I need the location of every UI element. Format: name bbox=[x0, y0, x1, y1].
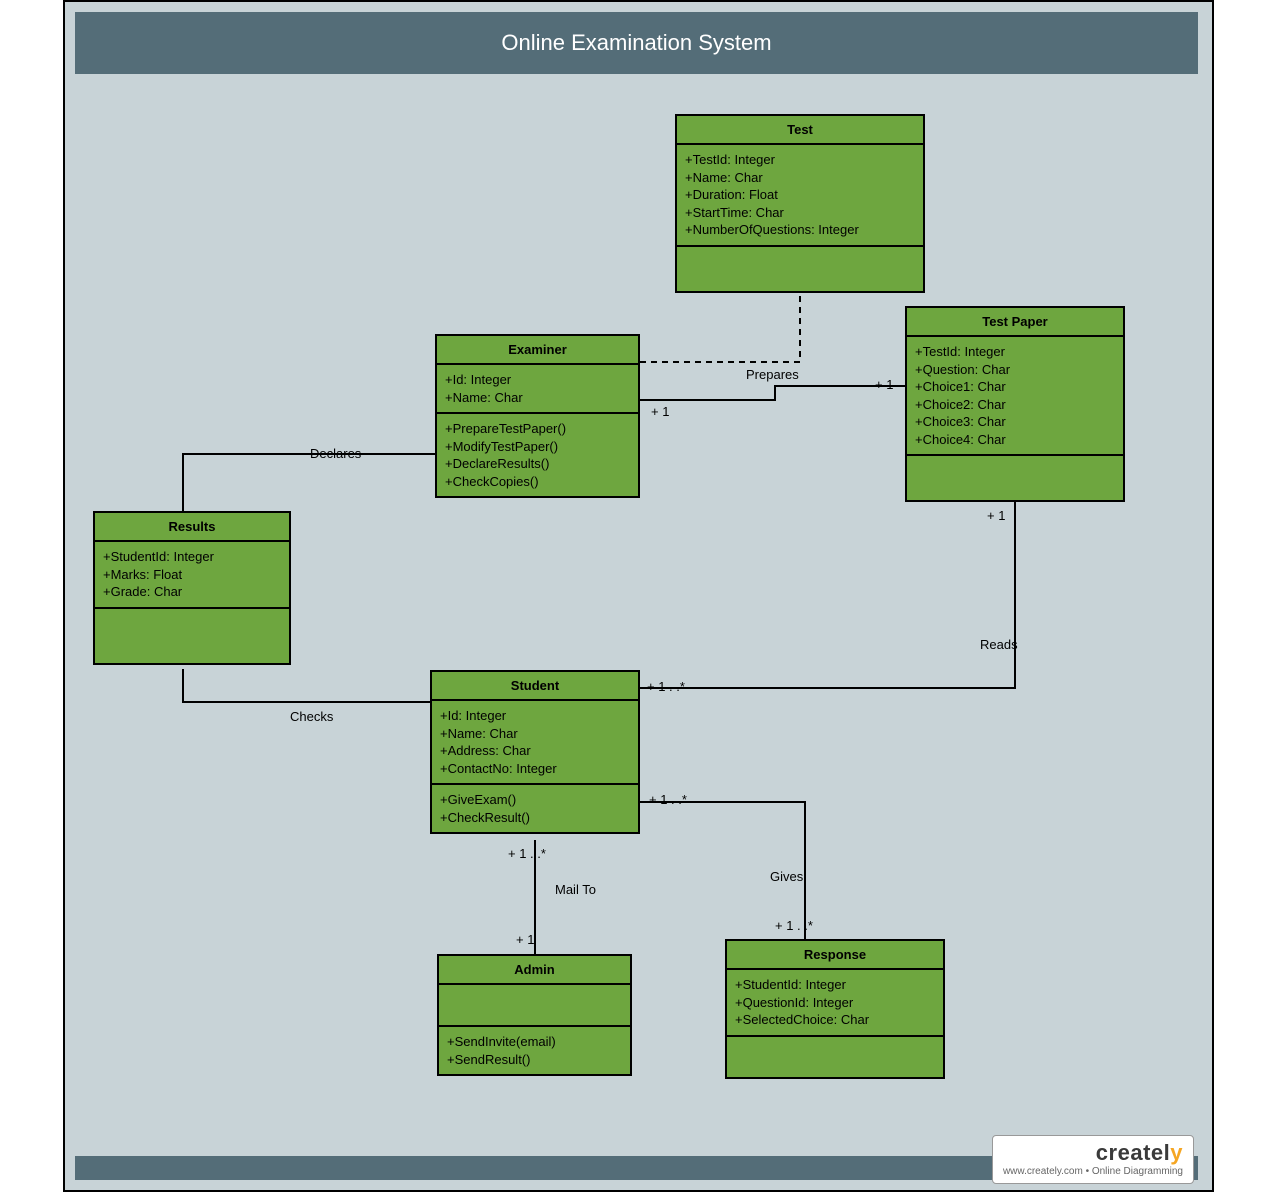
label-prepares: Prepares bbox=[746, 367, 799, 382]
title-bar: Online Examination System bbox=[75, 12, 1198, 74]
label-gives: Gives bbox=[770, 869, 803, 884]
class-examiner[interactable]: Examiner +Id: Integer +Name: Char +Prepa… bbox=[435, 334, 640, 498]
diagram-title: Online Examination System bbox=[501, 30, 771, 56]
diagram-stage: Online Examination System bbox=[0, 0, 1280, 1192]
outer-frame: Online Examination System bbox=[63, 0, 1214, 1192]
class-results[interactable]: Results +StudentId: Integer +Marks: Floa… bbox=[93, 511, 291, 665]
class-attributes: +StudentId: Integer +QuestionId: Integer… bbox=[727, 970, 943, 1037]
class-operations bbox=[727, 1037, 943, 1077]
brand-tagline: www.creately.com • Online Diagramming bbox=[1003, 1166, 1183, 1177]
class-test-paper[interactable]: Test Paper +TestId: Integer +Question: C… bbox=[905, 306, 1125, 502]
brand-logo: creately bbox=[1003, 1140, 1183, 1166]
mult-mailto-top: + 1 . .* bbox=[508, 846, 546, 861]
mult-reads-left: + 1 . .* bbox=[647, 679, 685, 694]
class-operations: +GiveExam() +CheckResult() bbox=[432, 785, 638, 832]
class-name: Results bbox=[95, 513, 289, 542]
label-mailto: Mail To bbox=[555, 882, 596, 897]
class-operations: +PrepareTestPaper() +ModifyTestPaper() +… bbox=[437, 414, 638, 496]
class-attributes: +Id: Integer +Name: Char +Address: Char … bbox=[432, 701, 638, 785]
mult-reads-top: + 1 bbox=[987, 508, 1005, 523]
label-declares: Declares bbox=[310, 446, 361, 461]
class-attributes bbox=[439, 985, 630, 1027]
brand-badge[interactable]: creately www.creately.com • Online Diagr… bbox=[992, 1135, 1194, 1184]
class-attributes: +TestId: Integer +Question: Char +Choice… bbox=[907, 337, 1123, 456]
diagram-canvas: Test +TestId: Integer +Name: Char +Durat… bbox=[75, 84, 1198, 1144]
mult-prepares-left: + 1 bbox=[651, 404, 669, 419]
class-name: Test bbox=[677, 116, 923, 145]
class-name: Response bbox=[727, 941, 943, 970]
class-response[interactable]: Response +StudentId: Integer +QuestionId… bbox=[725, 939, 945, 1079]
class-test[interactable]: Test +TestId: Integer +Name: Char +Durat… bbox=[675, 114, 925, 293]
class-operations: +SendInvite(email) +SendResult() bbox=[439, 1027, 630, 1074]
class-attributes: +StudentId: Integer +Marks: Float +Grade… bbox=[95, 542, 289, 609]
mult-prepares-right: + 1 bbox=[875, 377, 893, 392]
label-checks: Checks bbox=[290, 709, 333, 724]
class-student[interactable]: Student +Id: Integer +Name: Char +Addres… bbox=[430, 670, 640, 834]
class-name: Test Paper bbox=[907, 308, 1123, 337]
class-name: Admin bbox=[439, 956, 630, 985]
class-attributes: +Id: Integer +Name: Char bbox=[437, 365, 638, 414]
mult-mailto-bottom: + 1 bbox=[516, 932, 534, 947]
mult-gives-top: + 1 . .* bbox=[649, 792, 687, 807]
class-admin[interactable]: Admin +SendInvite(email) +SendResult() bbox=[437, 954, 632, 1076]
mult-gives-bottom: + 1 . .* bbox=[775, 918, 813, 933]
class-operations bbox=[677, 247, 923, 291]
label-reads: Reads bbox=[980, 637, 1018, 652]
class-operations bbox=[907, 456, 1123, 500]
class-attributes: +TestId: Integer +Name: Char +Duration: … bbox=[677, 145, 923, 247]
class-name: Examiner bbox=[437, 336, 638, 365]
class-name: Student bbox=[432, 672, 638, 701]
class-operations bbox=[95, 609, 289, 663]
